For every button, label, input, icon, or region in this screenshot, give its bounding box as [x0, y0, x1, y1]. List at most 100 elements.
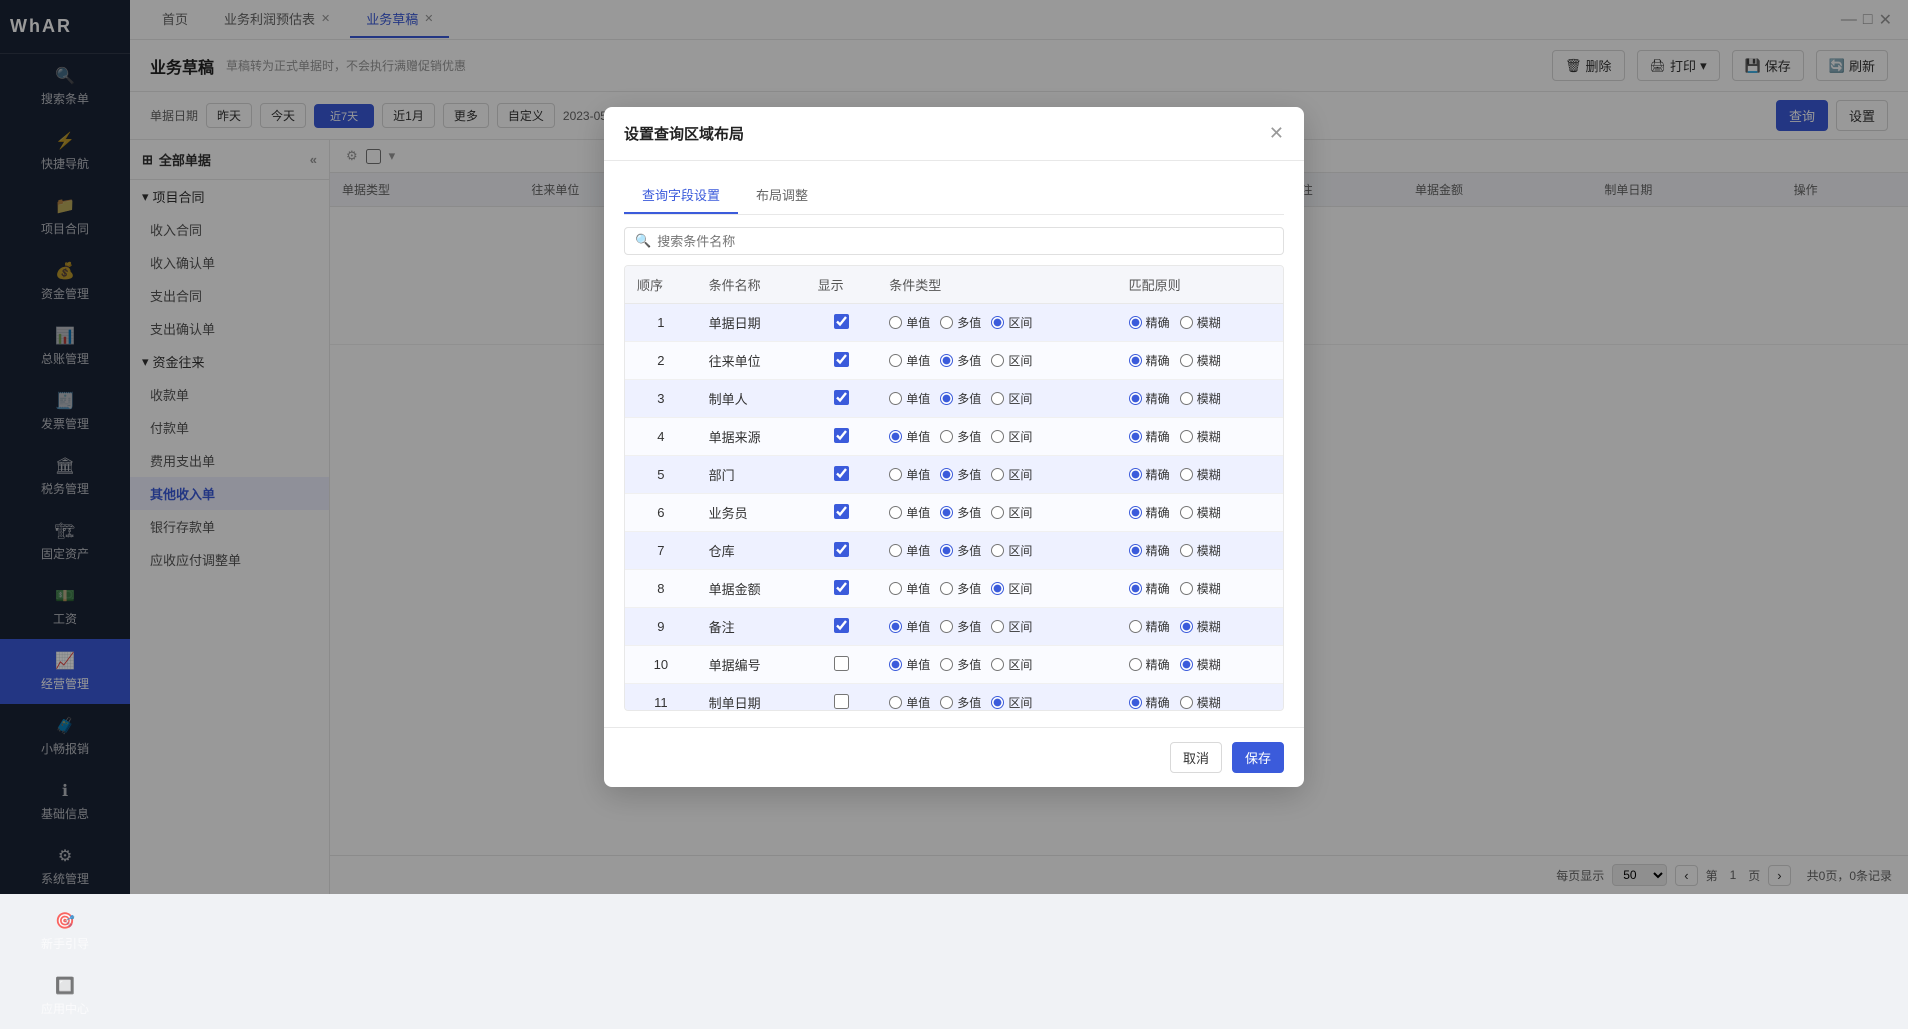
condition-radio-多值-7[interactable]: [940, 582, 953, 595]
condition-label-单值-8[interactable]: 单值: [889, 618, 930, 635]
modal-row-show-3[interactable]: [806, 418, 878, 456]
show-checkbox-4[interactable]: [834, 466, 849, 481]
modal-row-match-0[interactable]: 精确模糊: [1117, 304, 1283, 342]
match-label-精确-9[interactable]: 精确: [1129, 656, 1170, 673]
modal-row-condition-0[interactable]: 单值多值区间: [877, 304, 1116, 342]
condition-label-单值-1[interactable]: 单值: [889, 352, 930, 369]
modal-row-match-5[interactable]: 精确模糊: [1117, 494, 1283, 532]
modal-row-condition-5[interactable]: 单值多值区间: [877, 494, 1116, 532]
match-radio-精确-1[interactable]: [1129, 354, 1142, 367]
modal-row-match-10[interactable]: 精确模糊: [1117, 684, 1283, 712]
condition-label-单值-7[interactable]: 单值: [889, 580, 930, 597]
condition-label-单值-5[interactable]: 单值: [889, 504, 930, 521]
modal-row-match-4[interactable]: 精确模糊: [1117, 456, 1283, 494]
condition-label-多值-7[interactable]: 多值: [940, 580, 981, 597]
condition-label-区间-8[interactable]: 区间: [991, 618, 1032, 635]
modal-row-condition-1[interactable]: 单值多值区间: [877, 342, 1116, 380]
condition-radio-多值-4[interactable]: [940, 468, 953, 481]
condition-radio-区间-3[interactable]: [991, 430, 1004, 443]
match-label-模糊-5[interactable]: 模糊: [1180, 504, 1221, 521]
condition-label-单值-6[interactable]: 单值: [889, 542, 930, 559]
condition-radio-单值-9[interactable]: [889, 658, 902, 671]
condition-radio-区间-10[interactable]: [991, 696, 1004, 709]
show-checkbox-6[interactable]: [834, 542, 849, 557]
condition-radio-多值-3[interactable]: [940, 430, 953, 443]
match-radio-精确-8[interactable]: [1129, 620, 1142, 633]
modal-row-show-0[interactable]: [806, 304, 878, 342]
modal-cancel-button[interactable]: 取消: [1170, 742, 1222, 773]
condition-radio-区间-0[interactable]: [991, 316, 1004, 329]
match-label-模糊-9[interactable]: 模糊: [1180, 656, 1221, 673]
modal-row-show-5[interactable]: [806, 494, 878, 532]
condition-label-多值-9[interactable]: 多值: [940, 656, 981, 673]
match-radio-模糊-2[interactable]: [1180, 392, 1193, 405]
condition-label-区间-6[interactable]: 区间: [991, 542, 1032, 559]
match-radio-模糊-5[interactable]: [1180, 506, 1193, 519]
modal-row-match-6[interactable]: 精确模糊: [1117, 532, 1283, 570]
modal-row-show-10[interactable]: [806, 684, 878, 712]
condition-radio-区间-4[interactable]: [991, 468, 1004, 481]
match-radio-模糊-4[interactable]: [1180, 468, 1193, 481]
condition-label-单值-10[interactable]: 单值: [889, 694, 930, 711]
modal-row-match-7[interactable]: 精确模糊: [1117, 570, 1283, 608]
match-radio-精确-0[interactable]: [1129, 316, 1142, 329]
match-radio-精确-2[interactable]: [1129, 392, 1142, 405]
condition-radio-单值-4[interactable]: [889, 468, 902, 481]
match-label-模糊-3[interactable]: 模糊: [1180, 428, 1221, 445]
modal-row-condition-2[interactable]: 单值多值区间: [877, 380, 1116, 418]
match-radio-精确-9[interactable]: [1129, 658, 1142, 671]
modal-row-match-8[interactable]: 精确模糊: [1117, 608, 1283, 646]
sidebar-item-guide[interactable]: 🎯 新手引导: [0, 899, 130, 964]
match-label-精确-3[interactable]: 精确: [1129, 428, 1170, 445]
modal-row-show-1[interactable]: [806, 342, 878, 380]
match-label-模糊-2[interactable]: 模糊: [1180, 390, 1221, 407]
condition-label-多值-3[interactable]: 多值: [940, 428, 981, 445]
condition-label-单值-4[interactable]: 单值: [889, 466, 930, 483]
match-radio-模糊-9[interactable]: [1180, 658, 1193, 671]
match-radio-精确-4[interactable]: [1129, 468, 1142, 481]
match-label-模糊-4[interactable]: 模糊: [1180, 466, 1221, 483]
match-radio-模糊-0[interactable]: [1180, 316, 1193, 329]
condition-label-多值-6[interactable]: 多值: [940, 542, 981, 559]
modal-row-condition-6[interactable]: 单值多值区间: [877, 532, 1116, 570]
condition-label-区间-1[interactable]: 区间: [991, 352, 1032, 369]
condition-label-单值-9[interactable]: 单值: [889, 656, 930, 673]
modal-search-input[interactable]: [657, 234, 1273, 249]
condition-label-多值-10[interactable]: 多值: [940, 694, 981, 711]
modal-save-button[interactable]: 保存: [1232, 742, 1284, 773]
match-radio-模糊-3[interactable]: [1180, 430, 1193, 443]
condition-label-多值-2[interactable]: 多值: [940, 390, 981, 407]
modal-row-show-6[interactable]: [806, 532, 878, 570]
condition-label-多值-8[interactable]: 多值: [940, 618, 981, 635]
condition-label-多值-1[interactable]: 多值: [940, 352, 981, 369]
modal-row-match-1[interactable]: 精确模糊: [1117, 342, 1283, 380]
match-label-精确-0[interactable]: 精确: [1129, 314, 1170, 331]
show-checkbox-9[interactable]: [834, 656, 849, 671]
show-checkbox-2[interactable]: [834, 390, 849, 405]
condition-radio-区间-8[interactable]: [991, 620, 1004, 633]
modal-row-show-8[interactable]: [806, 608, 878, 646]
match-radio-模糊-7[interactable]: [1180, 582, 1193, 595]
modal-row-condition-10[interactable]: 单值多值区间: [877, 684, 1116, 712]
condition-label-区间-2[interactable]: 区间: [991, 390, 1032, 407]
condition-radio-区间-5[interactable]: [991, 506, 1004, 519]
match-radio-精确-3[interactable]: [1129, 430, 1142, 443]
match-radio-模糊-10[interactable]: [1180, 696, 1193, 709]
match-label-模糊-0[interactable]: 模糊: [1180, 314, 1221, 331]
modal-row-condition-9[interactable]: 单值多值区间: [877, 646, 1116, 684]
match-radio-精确-5[interactable]: [1129, 506, 1142, 519]
match-label-精确-6[interactable]: 精确: [1129, 542, 1170, 559]
show-checkbox-5[interactable]: [834, 504, 849, 519]
condition-radio-区间-9[interactable]: [991, 658, 1004, 671]
condition-radio-区间-2[interactable]: [991, 392, 1004, 405]
condition-label-区间-0[interactable]: 区间: [991, 314, 1032, 331]
modal-row-condition-8[interactable]: 单值多值区间: [877, 608, 1116, 646]
condition-label-多值-5[interactable]: 多值: [940, 504, 981, 521]
modal-row-match-2[interactable]: 精确模糊: [1117, 380, 1283, 418]
modal-overlay[interactable]: 设置查询区域布局 ✕ 查询字段设置 布局调整 🔍: [0, 0, 1908, 894]
show-checkbox-1[interactable]: [834, 352, 849, 367]
show-checkbox-0[interactable]: [834, 314, 849, 329]
condition-radio-区间-6[interactable]: [991, 544, 1004, 557]
condition-label-区间-3[interactable]: 区间: [991, 428, 1032, 445]
modal-row-condition-3[interactable]: 单值多值区间: [877, 418, 1116, 456]
